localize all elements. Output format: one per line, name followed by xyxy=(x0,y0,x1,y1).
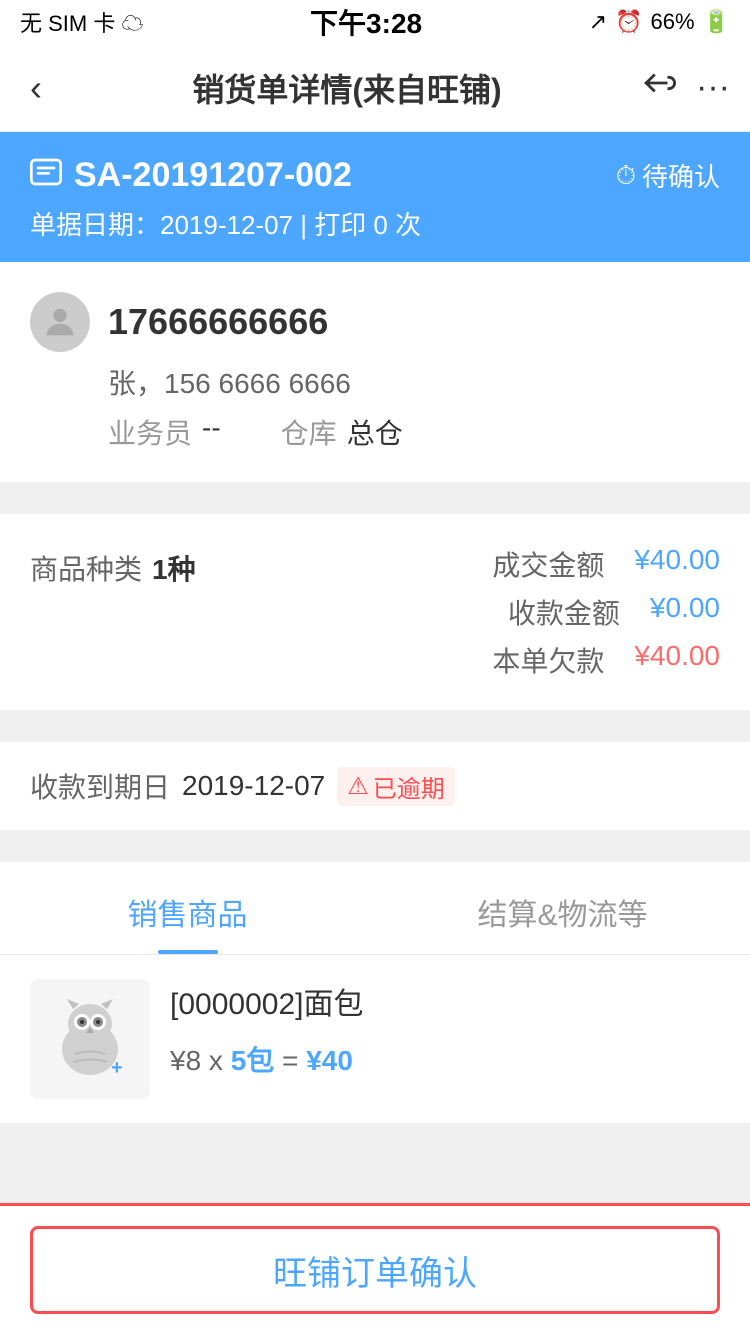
battery-text: 66% xyxy=(651,9,695,35)
total-price: ¥40 xyxy=(306,1045,353,1076)
owed-value: ¥40.00 xyxy=(634,640,720,680)
status-bar-right: ↗ ⏰ 66% 🔋 xyxy=(589,9,730,35)
goods-type-label: 商品种类 xyxy=(30,548,142,588)
clock-icon: ⏱ xyxy=(616,160,636,192)
order-id: SA-20191207-002 xyxy=(30,156,352,195)
product-section: + [0000002]面包 ¥8 x 5包 = ¥40 xyxy=(0,955,750,1123)
product-price: ¥8 x 5包 = ¥40 xyxy=(170,1039,720,1079)
goods-type: 商品种类 1种 xyxy=(30,544,196,588)
tab-goods[interactable]: 销售商品 xyxy=(0,862,375,954)
avatar xyxy=(30,292,90,352)
sales-label: 业务员 xyxy=(108,412,192,452)
order-status: ⏱ 待确认 xyxy=(616,157,720,194)
quantity: 5包 xyxy=(231,1045,275,1076)
goods-type-value: 1种 xyxy=(152,548,196,588)
divider-2 xyxy=(0,726,750,742)
sales-meta: 业务员 -- xyxy=(108,412,221,452)
collected-value: ¥0.00 xyxy=(650,592,720,632)
location-icon: ↗ xyxy=(589,9,607,35)
more-icon[interactable]: ··· xyxy=(696,68,730,107)
order-header: SA-20191207-002 ⏱ 待确认 单据日期：2019-12-07 | … xyxy=(0,132,750,262)
customer-meta: 业务员 -- 仓库 总仓 xyxy=(30,412,720,452)
nav-actions: ··· xyxy=(642,66,730,109)
status-bar-left: 无 SIM 卡 ☁ xyxy=(20,6,143,38)
due-date-label: 收款到期日 xyxy=(30,766,170,806)
due-date-value: 2019-12-07 xyxy=(182,770,325,802)
customer-section: 17666666666 张，156 6666 6666 业务员 -- 仓库 总仓 xyxy=(0,262,750,482)
transaction-row: 成交金额 ¥40.00 xyxy=(492,544,720,584)
warehouse-value: 总仓 xyxy=(347,412,403,452)
collected-row: 收款金额 ¥0.00 xyxy=(508,592,720,632)
share-icon[interactable] xyxy=(642,66,676,109)
customer-row1: 17666666666 xyxy=(30,292,720,352)
order-icon xyxy=(30,156,62,195)
owed-label: 本单欠款 xyxy=(492,640,604,680)
back-button[interactable]: ‹ xyxy=(20,67,52,109)
customer-name: 张，156 6666 6666 xyxy=(30,362,720,402)
product-name: [0000002]面包 xyxy=(170,979,720,1023)
confirm-button[interactable]: 旺铺订单确认 xyxy=(30,1226,720,1314)
status-bar-time: 下午3:28 xyxy=(310,2,422,42)
collected-label: 收款金额 xyxy=(508,592,620,632)
svg-text:+: + xyxy=(111,1057,123,1079)
equals: = xyxy=(274,1045,306,1076)
summary-section: 商品种类 1种 成交金额 ¥40.00 收款金额 ¥0.00 本单欠款 ¥40.… xyxy=(0,514,750,710)
customer-phone: 17666666666 xyxy=(108,301,328,343)
warehouse-meta: 仓库 总仓 xyxy=(281,412,403,452)
battery-icon: 🔋 xyxy=(703,9,730,35)
tabs: 销售商品 结算&物流等 xyxy=(0,862,750,955)
transaction-value: ¥40.00 xyxy=(634,544,720,584)
page-title: 销货单详情(来自旺铺) xyxy=(192,65,501,111)
amounts: 成交金额 ¥40.00 收款金额 ¥0.00 本单欠款 ¥40.00 xyxy=(492,544,720,680)
nav-bar: ‹ 销货单详情(来自旺铺) ··· xyxy=(0,44,750,132)
alarm-icon: ⏰ xyxy=(615,9,642,35)
status-bar: 无 SIM 卡 ☁ 下午3:28 ↗ ⏰ 66% 🔋 xyxy=(0,0,750,44)
divider-1 xyxy=(0,498,750,514)
tab-settlement[interactable]: 结算&物流等 xyxy=(375,862,750,954)
sales-value: -- xyxy=(202,412,221,452)
bottom-bar: 旺铺订单确认 xyxy=(0,1203,750,1334)
owed-row: 本单欠款 ¥40.00 xyxy=(492,640,720,680)
unit-price: ¥8 x xyxy=(170,1045,231,1076)
order-date: 单据日期：2019-12-07 | 打印 0 次 xyxy=(30,205,720,242)
product-thumbnail: + xyxy=(30,979,150,1099)
warehouse-label: 仓库 xyxy=(281,412,337,452)
transaction-label: 成交金额 xyxy=(492,544,604,584)
warning-icon: ⚠ xyxy=(347,772,369,801)
divider-3 xyxy=(0,846,750,862)
order-header-row1: SA-20191207-002 ⏱ 待确认 xyxy=(30,156,720,195)
overdue-badge: ⚠ 已逾期 xyxy=(337,767,455,806)
product-info: [0000002]面包 ¥8 x 5包 = ¥40 xyxy=(170,979,720,1079)
overdue-text: 已逾期 xyxy=(373,769,445,804)
no-sim-text: 无 SIM 卡 ☁ xyxy=(20,6,143,38)
due-section: 收款到期日 2019-12-07 ⚠ 已逾期 xyxy=(0,742,750,830)
